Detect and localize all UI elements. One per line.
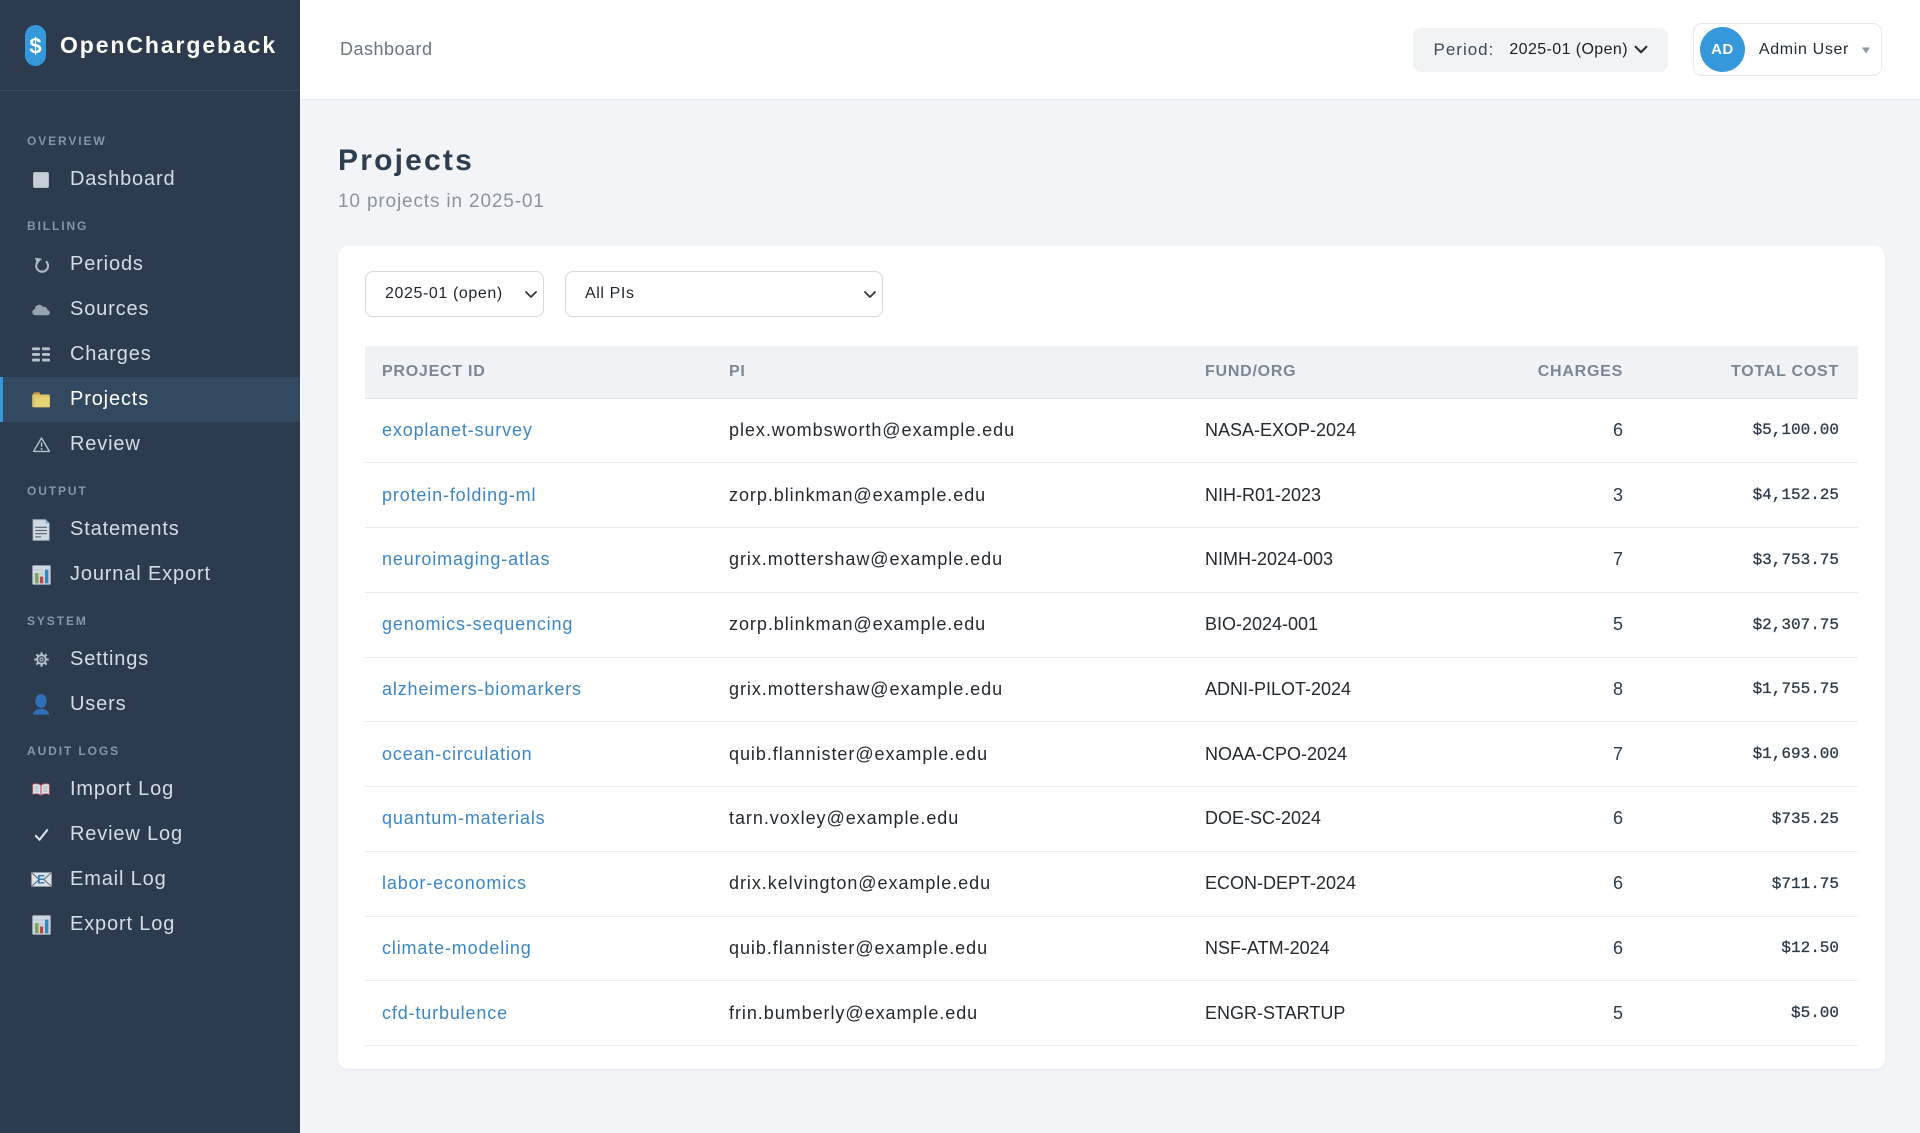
svg-text:E: E: [37, 875, 46, 887]
svg-text:$: $: [29, 33, 41, 58]
